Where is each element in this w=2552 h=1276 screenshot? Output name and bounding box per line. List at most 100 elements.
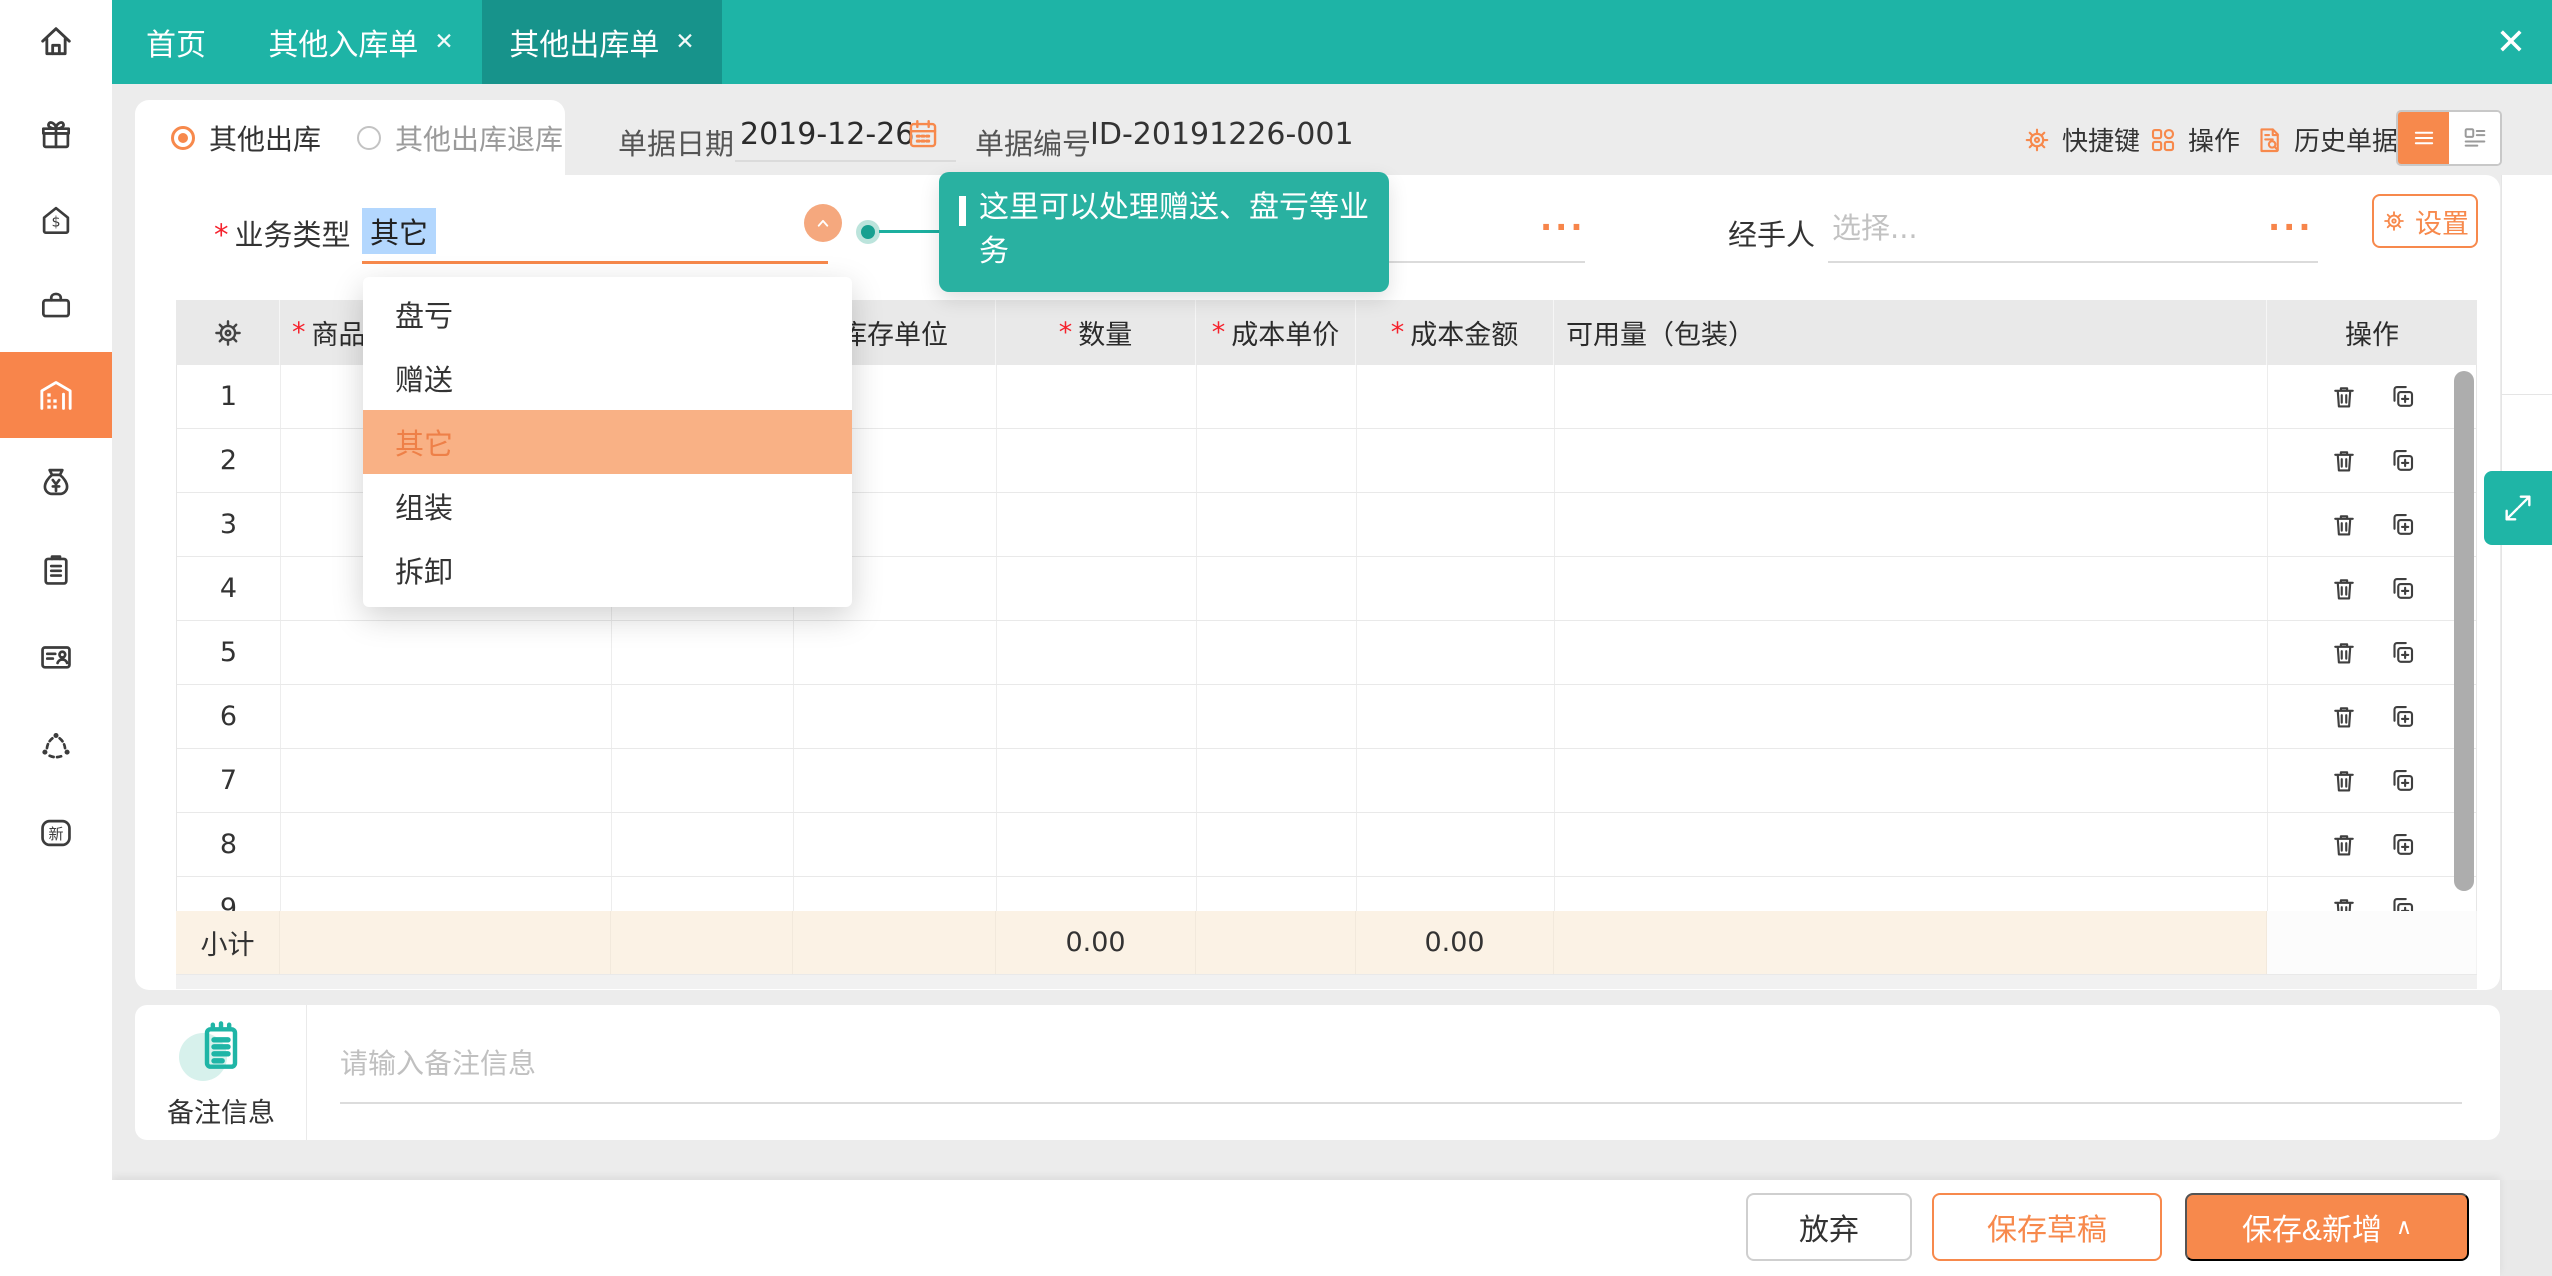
cell-cost-amount[interactable]	[1357, 493, 1555, 556]
cell-cost-amount[interactable]	[1357, 877, 1555, 911]
dropdown-option[interactable]: 拆卸	[363, 538, 852, 602]
cell-unit[interactable]	[794, 685, 997, 748]
cell-available[interactable]	[1555, 365, 2268, 428]
delete-row-icon[interactable]	[2329, 766, 2359, 796]
cell-cost-amount[interactable]	[1357, 429, 1555, 492]
middle-field-more-link[interactable]: ...	[1540, 200, 1585, 238]
cell-available[interactable]	[1555, 877, 2268, 911]
delete-row-icon[interactable]	[2329, 382, 2359, 412]
operations-button[interactable]: 操作	[2148, 121, 2240, 158]
tab-close-icon[interactable]: ✕	[434, 29, 453, 55]
cell-unit-cost[interactable]	[1197, 685, 1357, 748]
copy-row-icon[interactable]	[2387, 766, 2417, 796]
sidebar-item-sales[interactable]: $	[0, 198, 112, 242]
view-toggle-list-active[interactable]	[2398, 112, 2449, 164]
horizontal-scrollbar[interactable]	[176, 975, 2477, 989]
dropdown-option[interactable]: 组装	[363, 474, 852, 538]
cell-unit-cost[interactable]	[1197, 877, 1357, 911]
radio-other-outbound-selected[interactable]	[171, 125, 195, 150]
sidebar-item-home[interactable]	[0, 20, 112, 64]
cell-unit-cost[interactable]	[1197, 557, 1357, 620]
copy-row-icon[interactable]	[2387, 702, 2417, 732]
copy-row-icon[interactable]	[2387, 574, 2417, 604]
sidebar-item-gift[interactable]	[0, 113, 112, 157]
cell-unit-cost[interactable]	[1197, 749, 1357, 812]
shortcut-keys-button[interactable]: 快捷键	[2022, 121, 2140, 158]
cell[interactable]	[612, 813, 794, 876]
cell-available[interactable]	[1555, 621, 2268, 684]
sidebar-item-money[interactable]	[0, 460, 112, 504]
cell-quantity[interactable]	[997, 365, 1197, 428]
sidebar-item-purchase[interactable]	[0, 283, 112, 327]
cell-cost-amount[interactable]	[1357, 813, 1555, 876]
delete-row-icon[interactable]	[2329, 702, 2359, 732]
cell-unit[interactable]	[794, 813, 997, 876]
dropdown-option[interactable]: 盘亏	[363, 282, 852, 346]
radio-label-unselected[interactable]: 其他出库退库	[395, 118, 563, 158]
cell[interactable]	[612, 621, 794, 684]
handler-more-link[interactable]: ...	[2268, 200, 2313, 238]
copy-row-icon[interactable]	[2387, 446, 2417, 476]
cell-cost-amount[interactable]	[1357, 557, 1555, 620]
cell-available[interactable]	[1555, 493, 2268, 556]
doc-date-value[interactable]: 2019-12-26	[740, 117, 914, 152]
cell-quantity[interactable]	[997, 493, 1197, 556]
cell-unit-cost[interactable]	[1197, 365, 1357, 428]
tab-close-icon[interactable]: ✕	[675, 29, 694, 55]
window-close-icon[interactable]: ✕	[2496, 0, 2526, 84]
cell-available[interactable]	[1555, 813, 2268, 876]
cell-unit[interactable]	[794, 621, 997, 684]
discard-button[interactable]: 放弃	[1746, 1193, 1912, 1261]
cell-unit[interactable]	[794, 749, 997, 812]
cell-available[interactable]	[1555, 557, 2268, 620]
save-draft-button[interactable]: 保存草稿	[1932, 1193, 2162, 1261]
delete-row-icon[interactable]	[2329, 830, 2359, 860]
cell-quantity[interactable]	[997, 429, 1197, 492]
copy-row-icon[interactable]	[2387, 510, 2417, 540]
copy-row-icon[interactable]	[2387, 830, 2417, 860]
cell-unit-cost[interactable]	[1197, 621, 1357, 684]
dropdown-collapse-button[interactable]	[804, 204, 842, 242]
delete-row-icon[interactable]	[2329, 574, 2359, 604]
business-type-input[interactable]: 其它	[362, 208, 437, 254]
handler-input[interactable]	[1832, 208, 2152, 248]
cell-unit-cost[interactable]	[1197, 813, 1357, 876]
radio-label-selected[interactable]: 其他出库	[209, 118, 321, 158]
remark-input[interactable]	[340, 1047, 1240, 1080]
radio-other-outbound-return[interactable]	[357, 125, 382, 150]
cell-product[interactable]	[281, 749, 612, 812]
sidebar-item-new[interactable]: 新	[0, 811, 112, 855]
save-and-new-button[interactable]: 保存&新增 ∧	[2185, 1193, 2469, 1261]
sidebar-item-share[interactable]	[0, 723, 112, 767]
cell-unit-cost[interactable]	[1197, 429, 1357, 492]
cell-product[interactable]	[281, 685, 612, 748]
view-toggle-card[interactable]	[2449, 112, 2500, 164]
delete-row-icon[interactable]	[2329, 510, 2359, 540]
dropdown-option-selected[interactable]: 其它	[363, 410, 852, 474]
copy-row-icon[interactable]	[2387, 638, 2417, 668]
cell-cost-amount[interactable]	[1357, 621, 1555, 684]
delete-row-icon[interactable]	[2329, 638, 2359, 668]
cell-cost-amount[interactable]	[1357, 365, 1555, 428]
cell-quantity[interactable]	[997, 621, 1197, 684]
sidebar-item-inventory[interactable]	[0, 548, 112, 592]
tab-other-inbound[interactable]: 其他入库单 ✕	[240, 0, 482, 84]
cell-quantity[interactable]	[997, 557, 1197, 620]
cell-available[interactable]	[1555, 429, 2268, 492]
cell-product[interactable]	[281, 877, 612, 911]
cell-product[interactable]	[281, 813, 612, 876]
cell-cost-amount[interactable]	[1357, 685, 1555, 748]
vertical-scrollbar-thumb[interactable]	[2454, 371, 2474, 891]
cell-product[interactable]	[281, 621, 612, 684]
tab-other-outbound-active[interactable]: 其他出库单 ✕	[482, 0, 722, 84]
delete-row-icon[interactable]	[2329, 894, 2359, 911]
cell-unit-cost[interactable]	[1197, 493, 1357, 556]
settings-button[interactable]: 设置	[2372, 194, 2478, 248]
copy-row-icon[interactable]	[2387, 382, 2417, 412]
copy-row-icon[interactable]	[2387, 894, 2417, 911]
cell[interactable]	[612, 685, 794, 748]
dropdown-option[interactable]: 赠送	[363, 346, 852, 410]
calendar-icon[interactable]	[906, 117, 940, 151]
delete-row-icon[interactable]	[2329, 446, 2359, 476]
tab-home[interactable]: 首页	[112, 0, 240, 84]
